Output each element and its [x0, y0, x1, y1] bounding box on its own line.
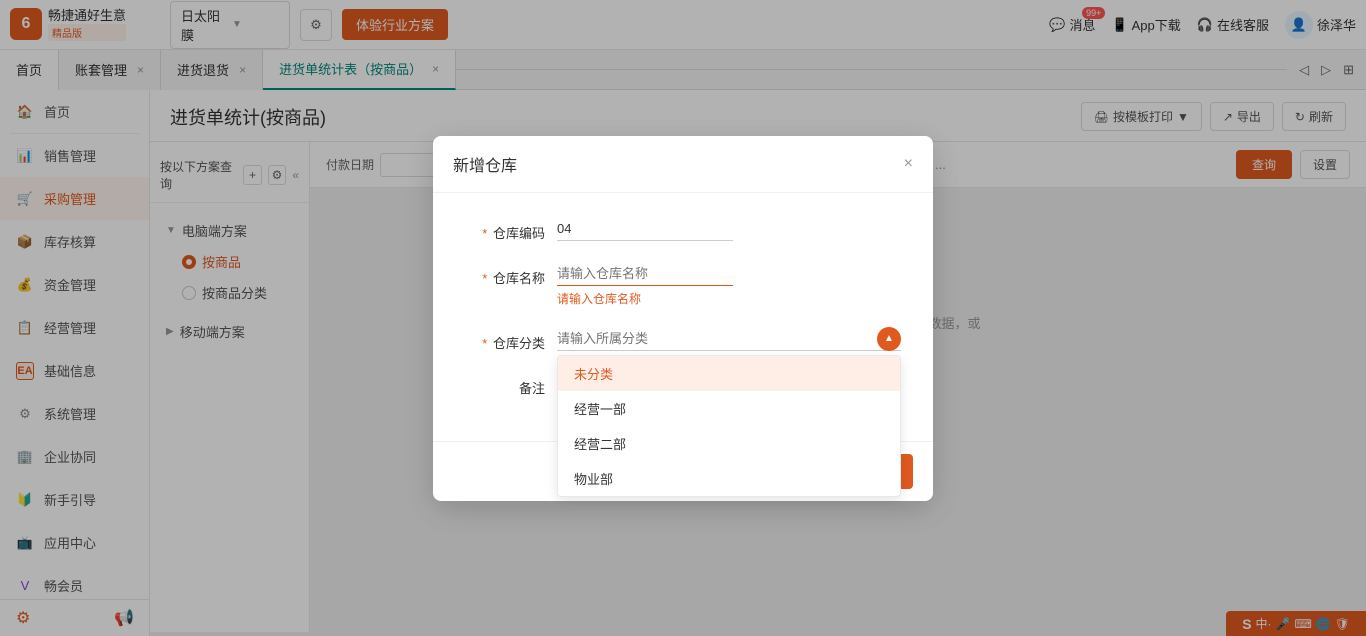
- warehouse-category-label: * 仓库分类: [465, 327, 545, 352]
- category-item-uncategorized[interactable]: 未分类: [558, 356, 900, 391]
- category-item-dept1[interactable]: 经营一部: [558, 391, 900, 426]
- warehouse-name-label: * 仓库名称: [465, 262, 545, 287]
- category-dropdown-list: 未分类 经营一部 经营二部 物业部: [557, 355, 901, 497]
- warehouse-name-input[interactable]: [557, 262, 733, 286]
- warehouse-code-row: * 仓库编码: [465, 217, 901, 242]
- remark-label: 备注: [465, 372, 545, 397]
- chevron-up-icon: ▲: [884, 333, 894, 344]
- warehouse-name-row: * 仓库名称 请输入仓库名称: [465, 262, 901, 307]
- warehouse-code-label: * 仓库编码: [465, 217, 545, 242]
- category-item-property[interactable]: 物业部: [558, 461, 900, 496]
- required-mark2: *: [482, 271, 487, 286]
- category-item-dept2[interactable]: 经营二部: [558, 426, 900, 461]
- modal-title: 新增仓库: [453, 152, 517, 176]
- warehouse-category-control: ▲ 未分类 经营一部 经营二部 物业部: [557, 327, 901, 351]
- dropdown-toggle-button[interactable]: ▲: [877, 327, 901, 351]
- required-mark3: *: [482, 336, 487, 351]
- warehouse-name-control: 请输入仓库名称: [557, 262, 901, 307]
- warehouse-code-input[interactable]: [557, 217, 733, 241]
- modal-header: 新增仓库 ×: [433, 136, 933, 193]
- modal-dialog: 新增仓库 × * 仓库编码 * 仓库名称: [433, 136, 933, 501]
- warehouse-name-error: 请输入仓库名称: [557, 290, 901, 307]
- modal-body: * 仓库编码 * 仓库名称 请输入仓库名称: [433, 193, 933, 441]
- modal-close-button[interactable]: ×: [904, 155, 913, 173]
- warehouse-category-row: * 仓库分类 ▲ 未分类 经营一部: [465, 327, 901, 352]
- required-mark1: *: [482, 226, 487, 241]
- modal-overlay: 新增仓库 × * 仓库编码 * 仓库名称: [0, 0, 1366, 636]
- warehouse-code-control: [557, 217, 901, 241]
- warehouse-category-input[interactable]: [557, 327, 901, 351]
